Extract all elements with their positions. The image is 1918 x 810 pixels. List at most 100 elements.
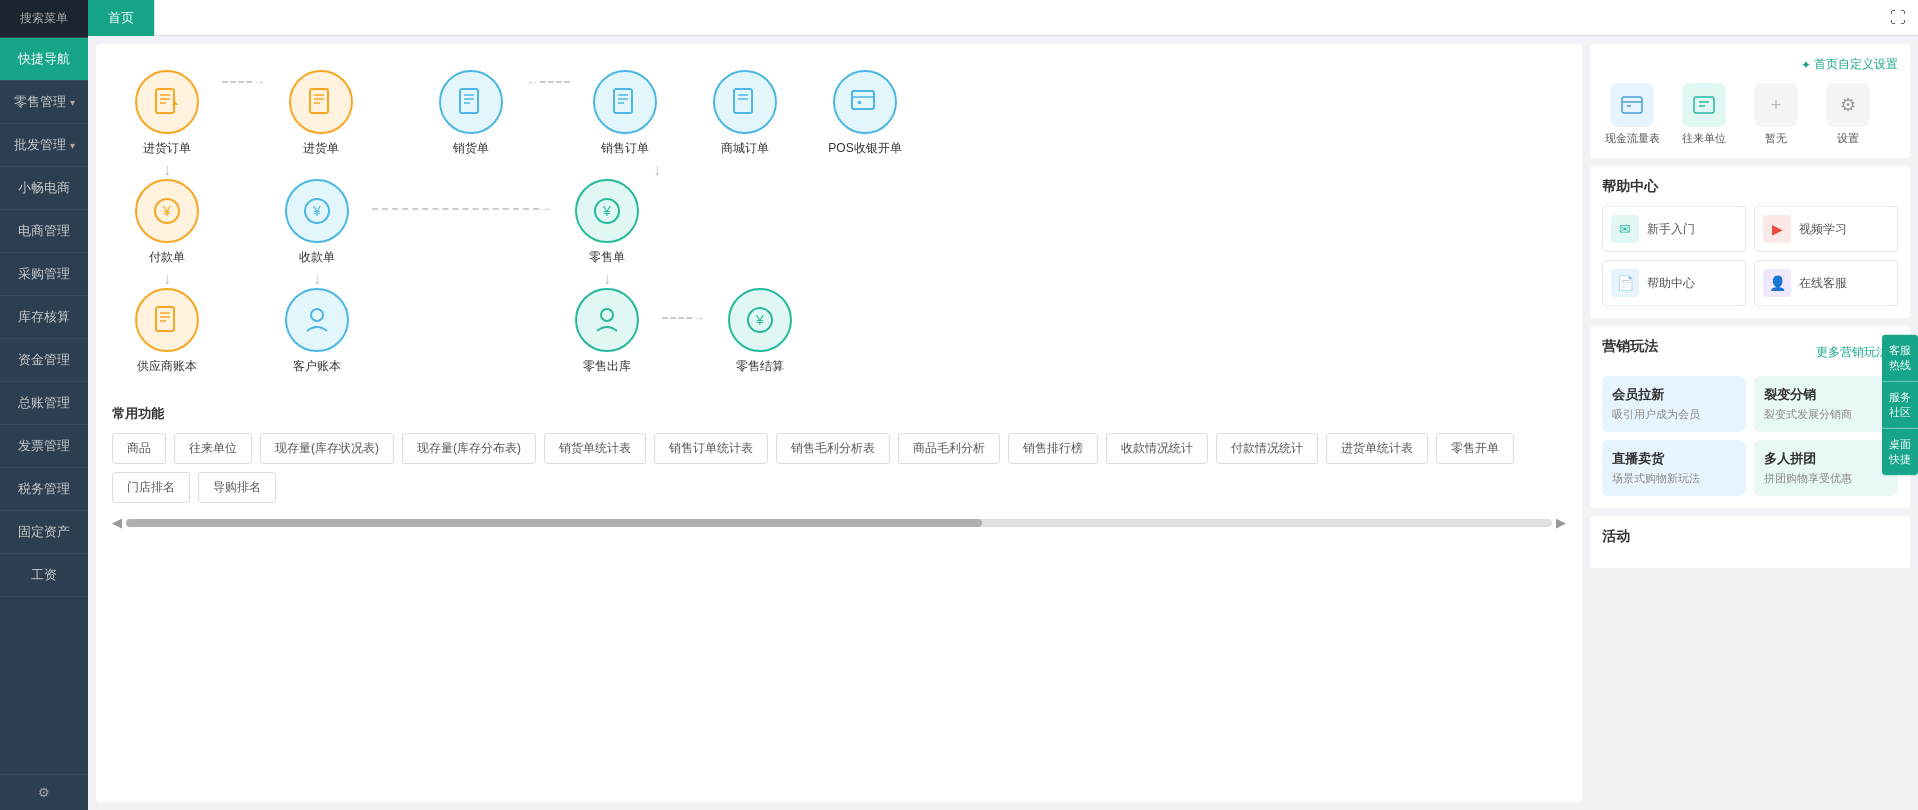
btn-sales-order-stats[interactable]: 销售订单统计表 xyxy=(654,433,768,464)
scroll-left-icon[interactable]: ◀ xyxy=(112,515,122,530)
sidebar-item-finance[interactable]: 资金管理 xyxy=(0,339,88,382)
quick-nav-contacts[interactable]: 往来单位 xyxy=(1674,83,1734,146)
sidebar-settings[interactable]: ⚙ xyxy=(0,774,88,810)
common-functions: 常用功能 商品 往来单位 现存量(库存状况表) 现存量(库存分布表) 销货单统计… xyxy=(112,405,1566,530)
svg-rect-0 xyxy=(156,89,174,113)
sidebar-item-tax[interactable]: 税务管理 xyxy=(0,468,88,511)
sidebar-item-invoice[interactable]: 发票管理 xyxy=(0,425,88,468)
sidebar-item-purchase[interactable]: 采购管理 xyxy=(0,253,88,296)
sidebar-item-payroll[interactable]: 工资 xyxy=(0,554,88,597)
flow-node-supplier-ledger[interactable]: 供应商账本 xyxy=(112,288,222,375)
flow-node-payment[interactable]: ¥ 付款单 xyxy=(112,179,222,266)
sidebar-search[interactable]: 搜索菜单 xyxy=(0,0,88,38)
online-service-label: 在线客服 xyxy=(1799,275,1847,292)
sidebar-item-retail[interactable]: 零售管理 ▾ xyxy=(0,81,88,124)
btn-purchase-stats[interactable]: 进货单统计表 xyxy=(1326,433,1428,464)
scrollbar[interactable]: ◀ ▶ xyxy=(112,515,1566,530)
v-arrow-sales-order: ↓ xyxy=(602,161,712,179)
v-arrow-1: ↓ xyxy=(112,161,222,179)
btn-store-rank[interactable]: 门店排名 xyxy=(112,472,190,503)
sidebar-item-quick-nav[interactable]: 快捷导航 xyxy=(0,38,88,81)
tab-home[interactable]: 首页 xyxy=(88,0,155,36)
settings-label: 设置 xyxy=(1837,131,1859,146)
svg-rect-28 xyxy=(156,307,174,331)
help-item-help-center[interactable]: 📄 帮助中心 xyxy=(1602,260,1746,306)
sidebar-item-label: 零售管理 xyxy=(14,93,66,111)
flow-node-retail-settle[interactable]: ¥ 零售结算 xyxy=(705,288,815,375)
supplier-ledger-icon xyxy=(135,288,199,352)
sidebar-item-label: 小畅电商 xyxy=(18,179,70,197)
help-center-panel: 帮助中心 ✉ 新手入门 ▶ 视频学习 📄 帮助中心 👤 xyxy=(1590,166,1910,318)
cashflow-label: 现金流量表 xyxy=(1605,131,1660,146)
flow-node-pos[interactable]: POS收银开单 xyxy=(810,70,920,157)
sidebar-item-label: 资金管理 xyxy=(18,351,70,369)
flow-node-mall-order[interactable]: 商城订单 xyxy=(690,70,800,157)
quick-nav-panel: ✦ 首页自定义设置 现金流量表 往来单位 xyxy=(1590,44,1910,158)
sidebar-item-fixed-assets[interactable]: 固定资产 xyxy=(0,511,88,554)
mall-order-icon xyxy=(713,70,777,134)
flow-node-receipt[interactable]: ¥ 收款单 xyxy=(262,179,372,266)
sidebar-item-label: 固定资产 xyxy=(18,523,70,541)
sidebar-item-inventory[interactable]: 库存核算 xyxy=(0,296,88,339)
live-sub: 场景式购物新玩法 xyxy=(1612,471,1736,486)
flow-node-sales-order[interactable]: 销售订单 xyxy=(570,70,680,157)
marketing-group[interactable]: 多人拼团 拼团购物享受优惠 xyxy=(1754,440,1898,496)
contacts-icon xyxy=(1682,83,1726,127)
quick-nav-icons: 现金流量表 往来单位 + 暂无 xyxy=(1602,83,1898,146)
svg-rect-36 xyxy=(1622,97,1642,113)
empty-label: 暂无 xyxy=(1765,131,1787,146)
flow-row-1: 进货订单 → 进货单 xyxy=(112,70,1566,157)
expand-button[interactable]: ⛶ xyxy=(1878,9,1918,27)
sidebar-item-wholesale[interactable]: 批发管理 ▾ xyxy=(0,124,88,167)
float-btn-desktop[interactable]: 桌面快捷 xyxy=(1882,429,1918,476)
scroll-right-icon[interactable]: ▶ xyxy=(1556,515,1566,530)
float-btn-community[interactable]: 服务社区 xyxy=(1882,382,1918,429)
marketing-live[interactable]: 直播卖货 场景式购物新玩法 xyxy=(1602,440,1746,496)
quick-nav-settings[interactable]: ⚙ 设置 xyxy=(1818,83,1878,146)
btn-goods-profit[interactable]: 商品毛利分析 xyxy=(898,433,1000,464)
sidebar-item-ledger[interactable]: 总账管理 xyxy=(0,382,88,425)
btn-retail-order[interactable]: 零售开单 xyxy=(1436,433,1514,464)
help-item-video[interactable]: ▶ 视频学习 xyxy=(1754,206,1898,252)
help-item-beginner[interactable]: ✉ 新手入门 xyxy=(1602,206,1746,252)
btn-sales-profit[interactable]: 销售毛利分析表 xyxy=(776,433,890,464)
flow-node-purchase-order[interactable]: 进货订单 xyxy=(112,70,222,157)
fission-title: 裂变分销 xyxy=(1764,386,1888,404)
btn-stock-dist[interactable]: 现存量(库存分布表) xyxy=(402,433,536,464)
sidebar-item-label: 发票管理 xyxy=(18,437,70,455)
tab-bar: 首页 ⛶ xyxy=(88,0,1918,36)
right-panel: ✦ 首页自定义设置 现金流量表 往来单位 xyxy=(1590,44,1910,802)
sidebar: 搜索菜单 快捷导航 零售管理 ▾ 批发管理 ▾ 小畅电商 电商管理 采购管理 库… xyxy=(0,0,88,810)
btn-sales-stats[interactable]: 销货单统计表 xyxy=(544,433,646,464)
btn-guide-rank[interactable]: 导购排名 xyxy=(198,472,276,503)
quick-nav-cashflow[interactable]: 现金流量表 xyxy=(1602,83,1662,146)
help-icon-item: 📄 xyxy=(1611,269,1639,297)
content-area: 进货订单 → 进货单 xyxy=(88,36,1918,810)
btn-contacts[interactable]: 往来单位 xyxy=(174,433,252,464)
btn-receipt-stats[interactable]: 收款情况统计 xyxy=(1106,433,1208,464)
flow-node-sales[interactable]: 销货单 xyxy=(416,70,526,157)
marketing-member[interactable]: 会员拉新 吸引用户成为会员 xyxy=(1602,376,1746,432)
btn-stock-status[interactable]: 现存量(库存状况表) xyxy=(260,433,394,464)
help-item-online-service[interactable]: 👤 在线客服 xyxy=(1754,260,1898,306)
float-btn-hotline[interactable]: 客服热线 xyxy=(1882,335,1918,382)
arrow-1-2: → xyxy=(222,70,266,92)
quick-nav-empty[interactable]: + 暂无 xyxy=(1746,83,1806,146)
flow-node-customer-ledger[interactable]: 客户账本 xyxy=(262,288,372,375)
sidebar-item-ecommerce-small[interactable]: 小畅电商 xyxy=(0,167,88,210)
btn-payment-stats[interactable]: 付款情况统计 xyxy=(1216,433,1318,464)
btn-goods[interactable]: 商品 xyxy=(112,433,166,464)
flow-node-retail[interactable]: ¥ 零售单 xyxy=(552,179,662,266)
arrow-to-retail: → xyxy=(372,179,552,216)
flow-node-retail-out[interactable]: 零售出库 xyxy=(552,288,662,375)
svg-rect-8 xyxy=(460,89,478,113)
help-center-label: 帮助中心 xyxy=(1647,275,1695,292)
home-customize-btn[interactable]: ✦ 首页自定义设置 xyxy=(1602,56,1898,73)
btn-sales-rank[interactable]: 销售排行榜 xyxy=(1008,433,1098,464)
svg-text:¥: ¥ xyxy=(602,203,611,219)
supplier-ledger-label: 供应商账本 xyxy=(137,358,197,375)
sidebar-item-ecommerce-mgmt[interactable]: 电商管理 xyxy=(0,210,88,253)
svg-rect-19 xyxy=(852,91,874,109)
flow-node-purchase[interactable]: 进货单 xyxy=(266,70,376,157)
marketing-fission[interactable]: 裂变分销 裂变式发展分销商 xyxy=(1754,376,1898,432)
